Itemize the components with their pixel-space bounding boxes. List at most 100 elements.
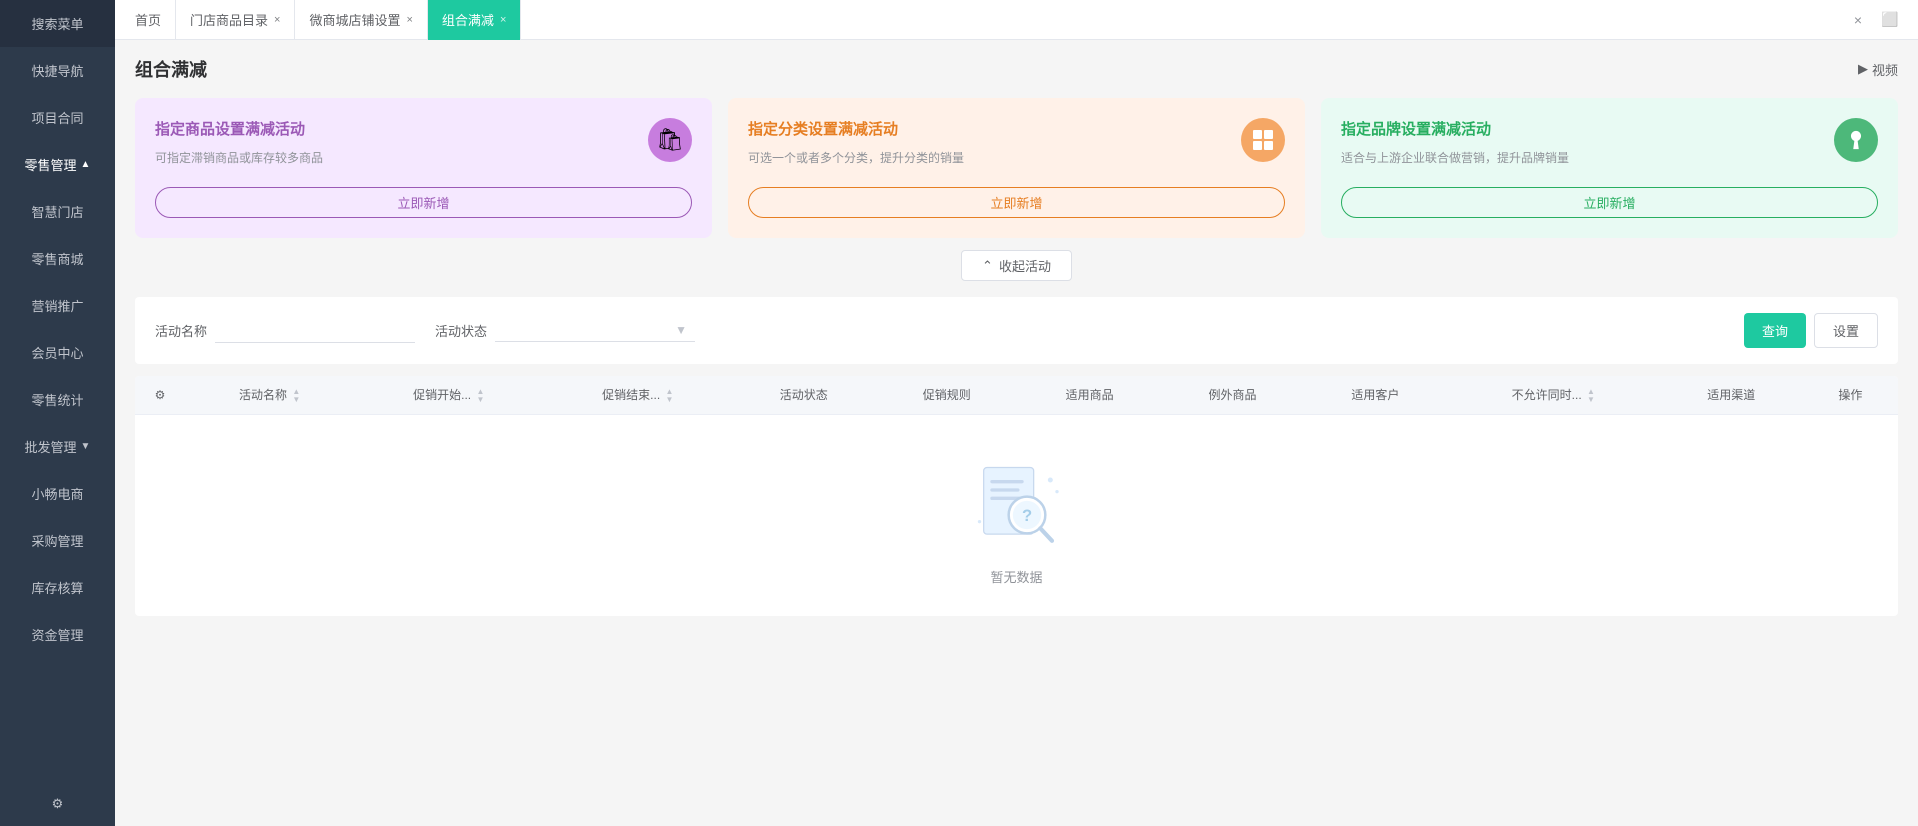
col-activity-status-label: 活动状态 — [780, 388, 828, 402]
sidebar-item-retail-stats[interactable]: 零售统计 — [0, 376, 115, 423]
collapse-btn-label: 收起活动 — [999, 256, 1051, 275]
col-not-allow-concurrent-label: 不允许同时... — [1512, 388, 1582, 402]
col-activity-status: 活动状态 — [732, 376, 875, 414]
empty-row: ? 暂无数据 — [135, 414, 1898, 616]
sidebar-item-label: 零售管理 — [25, 155, 77, 174]
tab-combo-discount[interactable]: 组合满减 × — [428, 0, 521, 40]
col-applicable-goods-label: 适用商品 — [1066, 388, 1114, 402]
table-head: ⚙ 活动名称 ▲▼ 促销开始... ▲▼ 促销结束... ▲▼ — [135, 376, 1898, 414]
card-product-title: 指定商品设置满减活动 — [155, 118, 692, 139]
sidebar-item-finance[interactable]: 资金管理 — [0, 611, 115, 658]
tab-wechat-store[interactable]: 微商城店铺设置 × — [295, 0, 427, 40]
sidebar-item-label: 智慧门店 — [31, 202, 83, 221]
main-content: 首页 门店商品目录 × 微商城店铺设置 × 组合满减 × × ⬜ 组合满减 ▶ … — [115, 0, 1918, 826]
col-activity-name-label: 活动名称 — [239, 388, 287, 402]
search-bar: 活动名称 活动状态 ▼ 查询 设置 — [135, 297, 1898, 364]
sort-arrows-icon: ▲▼ — [476, 388, 484, 404]
sidebar-item-label: 小畅电商 — [31, 484, 83, 503]
col-settings[interactable]: ⚙ — [135, 376, 185, 414]
query-button[interactable]: 查询 — [1744, 313, 1806, 348]
setting-button[interactable]: 设置 — [1814, 313, 1878, 348]
sidebar-item-label: 零售商城 — [31, 249, 83, 268]
sidebar-item-label: 营销推广 — [31, 296, 83, 315]
activity-status-label: 活动状态 — [435, 321, 487, 340]
col-applicable-channels-label: 适用渠道 — [1707, 388, 1755, 402]
sidebar-settings[interactable]: ⚙ — [0, 782, 115, 826]
activity-name-field: 活动名称 — [155, 319, 415, 343]
sidebar-item-smart-store[interactable]: 智慧门店 — [0, 188, 115, 235]
empty-state: ? 暂无数据 — [135, 415, 1898, 616]
card-brand-desc: 适合与上游企业联合做营销，提升品牌销量 — [1341, 149, 1878, 173]
col-operations-label: 操作 — [1838, 388, 1862, 402]
sidebar-item-project-contract[interactable]: 项目合同 — [0, 94, 115, 141]
tab-store-catalog[interactable]: 门店商品目录 × — [176, 0, 295, 40]
card-product-desc: 可指定滞销商品或库存较多商品 — [155, 149, 692, 173]
gear-icon: ⚙ — [52, 796, 64, 811]
chevron-down-icon: ▼ — [81, 441, 91, 452]
empty-illustration: ? — [967, 455, 1067, 555]
tab-home[interactable]: 首页 — [123, 0, 176, 40]
close-icon[interactable]: × — [406, 14, 412, 26]
sidebar-item-quick-nav[interactable]: 快捷导航 — [0, 47, 115, 94]
sort-arrows-icon: ▲▼ — [666, 388, 674, 404]
col-applicable-customers-label: 适用客户 — [1351, 388, 1399, 402]
sidebar-item-label: 资金管理 — [31, 625, 83, 644]
close-icon[interactable]: × — [274, 14, 280, 26]
tabbar: 首页 门店商品目录 × 微商城店铺设置 × 组合满减 × × ⬜ — [115, 0, 1918, 40]
sidebar-item-wholesale-mgmt[interactable]: 批发管理 ▼ — [0, 423, 115, 470]
sidebar: 搜索菜单 快捷导航 项目合同 零售管理 ▲ 智慧门店 零售商城 营销推广 会员中… — [0, 0, 115, 826]
sidebar-item-label: 采购管理 — [31, 531, 83, 550]
video-link[interactable]: ▶ 视频 — [1858, 60, 1898, 79]
sidebar-item-label: 批发管理 — [25, 437, 77, 456]
card-product-icon: 🛍 — [648, 118, 692, 162]
sidebar-item-marketing[interactable]: 营销推广 — [0, 282, 115, 329]
card-category-desc: 可选一个或者多个分类，提升分类的销量 — [748, 149, 1285, 173]
activity-name-label: 活动名称 — [155, 321, 207, 340]
col-operations: 操作 — [1803, 376, 1898, 414]
card-category-discount: 指定分类设置满减活动 可选一个或者多个分类，提升分类的销量 立即新增 — [728, 98, 1305, 238]
svg-text:?: ? — [1022, 506, 1032, 525]
card-category-title: 指定分类设置满减活动 — [748, 118, 1285, 139]
close-icon[interactable]: × — [500, 14, 506, 26]
sidebar-item-procurement[interactable]: 采购管理 — [0, 517, 115, 564]
card-brand-title: 指定品牌设置满减活动 — [1341, 118, 1878, 139]
card-brand-add-button[interactable]: 立即新增 — [1341, 187, 1878, 218]
activity-name-input[interactable] — [215, 319, 415, 343]
play-icon: ▶ — [1858, 61, 1868, 77]
col-promo-start-label: 促销开始... — [413, 388, 471, 402]
col-applicable-channels: 适用渠道 — [1660, 376, 1803, 414]
card-product-discount: 🛍 指定商品设置满减活动 可指定滞销商品或库存较多商品 立即新增 — [135, 98, 712, 238]
page-header: 组合满减 ▶ 视频 — [135, 56, 1898, 82]
col-promo-end-label: 促销结束... — [602, 388, 660, 402]
card-brand-icon — [1834, 118, 1878, 162]
sidebar-item-retail-mall[interactable]: 零售商城 — [0, 235, 115, 282]
sidebar-item-member-center[interactable]: 会员中心 — [0, 329, 115, 376]
page-content: 组合满减 ▶ 视频 🛍 指定商品设置满减活动 可指定滞销商品或库存较多商品 立即… — [115, 40, 1918, 826]
collapse-row: ⌃ 收起活动 — [135, 250, 1898, 281]
card-category-add-button[interactable]: 立即新增 — [748, 187, 1285, 218]
cards-row: 🛍 指定商品设置满减活动 可指定滞销商品或库存较多商品 立即新增 指定分类设置满… — [135, 98, 1898, 238]
col-promo-start[interactable]: 促销开始... ▲▼ — [354, 376, 543, 414]
sidebar-search[interactable]: 搜索菜单 — [0, 0, 115, 47]
sidebar-item-xiaochangecom[interactable]: 小畅电商 — [0, 470, 115, 517]
sidebar-item-inventory[interactable]: 库存核算 — [0, 564, 115, 611]
col-applicable-goods: 适用商品 — [1018, 376, 1161, 414]
close-window-button[interactable]: × — [1846, 8, 1870, 32]
sort-arrows-icon: ▲▼ — [1587, 388, 1595, 404]
col-activity-name[interactable]: 活动名称 ▲▼ — [185, 376, 354, 414]
collapse-button[interactable]: ⌃ 收起活动 — [961, 250, 1072, 281]
card-category-icon — [1241, 118, 1285, 162]
video-link-label: 视频 — [1872, 60, 1898, 79]
activity-status-select[interactable]: ▼ — [495, 319, 695, 342]
sidebar-item-label: 项目合同 — [31, 108, 83, 127]
card-brand-discount: 指定品牌设置满减活动 适合与上游企业联合做营销，提升品牌销量 立即新增 — [1321, 98, 1898, 238]
col-promo-end[interactable]: 促销结束... ▲▼ — [543, 376, 732, 414]
restore-window-button[interactable]: ⬜ — [1878, 8, 1902, 32]
page-title: 组合满减 — [135, 56, 207, 82]
gear-icon: ⚙ — [155, 388, 166, 402]
sidebar-item-retail-mgmt[interactable]: 零售管理 ▲ — [0, 141, 115, 188]
search-actions: 查询 设置 — [1744, 313, 1878, 348]
empty-text: 暂无数据 — [990, 567, 1042, 586]
col-not-allow-concurrent[interactable]: 不允许同时... ▲▼ — [1447, 376, 1660, 414]
card-product-add-button[interactable]: 立即新增 — [155, 187, 692, 218]
